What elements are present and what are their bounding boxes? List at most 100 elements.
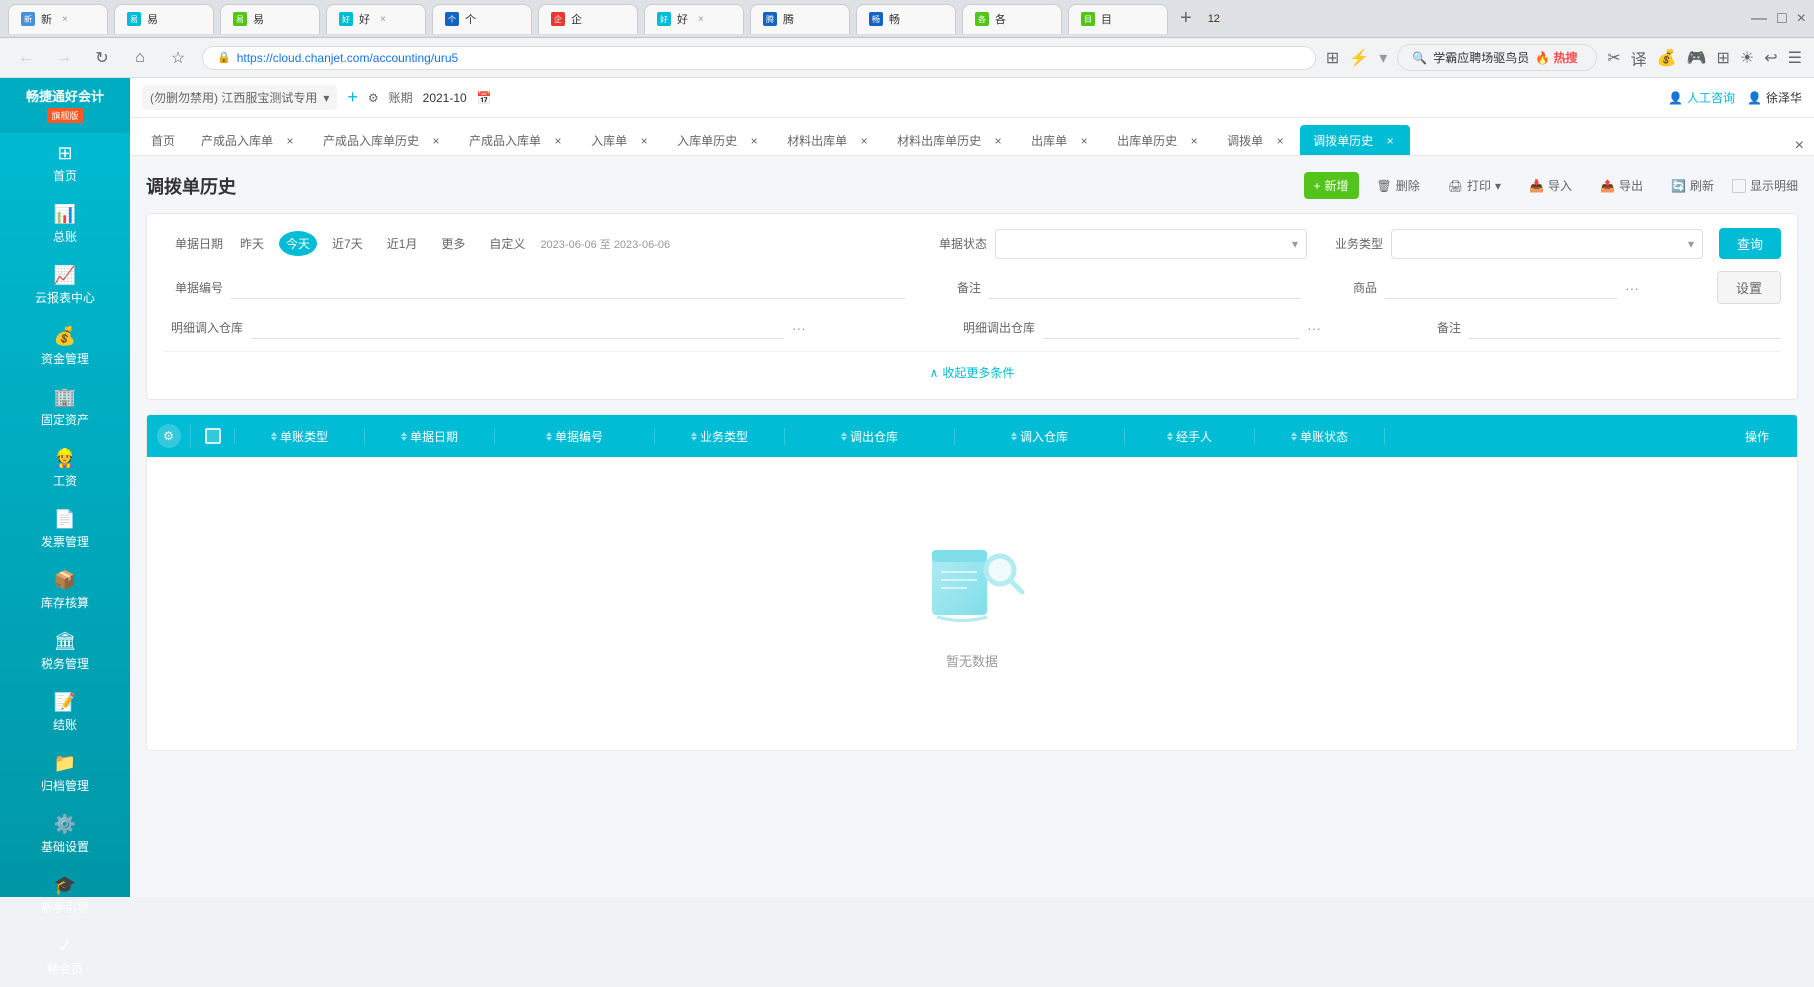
date-btn-more[interactable]: 更多 — [432, 231, 474, 256]
page-tab-4[interactable]: 入库单 × — [578, 125, 664, 155]
new-button[interactable]: + 新增 — [1304, 172, 1359, 199]
sidebar-item-payroll[interactable]: 👷 工资 — [0, 438, 130, 499]
page-tab-5[interactable]: 入库单历史 × — [664, 125, 774, 155]
print-button[interactable]: 🖨 打印 ▾ — [1438, 172, 1511, 199]
company-selector[interactable]: (勿删勿禁用) 江西服宝测试专用 ▾ — [142, 85, 337, 110]
tab-close-4[interactable]: × — [380, 14, 386, 25]
page-tab-11[interactable]: 调拨单历史 × — [1300, 125, 1410, 155]
browser-tab-9[interactable]: 畅 畅 — [856, 4, 956, 34]
docno-filter-input[interactable] — [231, 276, 905, 299]
close-button[interactable]: × — [1797, 10, 1806, 28]
page-tab-close-5[interactable]: × — [747, 134, 761, 148]
page-tab-home[interactable]: 首页 — [138, 125, 188, 155]
page-tab-9[interactable]: 出库单历史 × — [1104, 125, 1214, 155]
refresh-nav-button[interactable]: ↻ — [88, 44, 116, 72]
minimize-button[interactable]: — — [1751, 10, 1767, 28]
sidebar-item-closing[interactable]: 📝 结账 — [0, 682, 130, 743]
page-tab-2[interactable]: 产成品入库单历史 × — [310, 125, 456, 155]
page-tab-close-9[interactable]: × — [1187, 134, 1201, 148]
browser-tab-11[interactable]: 目 目 — [1068, 4, 1168, 34]
service-button[interactable]: 👤 人工咨询 — [1668, 89, 1735, 106]
browser-tab-6[interactable]: 企 企 — [538, 4, 638, 34]
forward-button[interactable]: → — [50, 44, 78, 72]
delete-button[interactable]: 🗑 删除 — [1367, 172, 1430, 199]
page-tab-1[interactable]: 产成品入库单 × — [188, 125, 310, 155]
remark-filter-input[interactable] — [989, 276, 1301, 299]
home-button[interactable]: ⌂ — [126, 44, 154, 72]
wh-out-filter-more-icon[interactable]: ··· — [1307, 320, 1321, 336]
page-tab-close-3[interactable]: × — [551, 134, 565, 148]
undo-button[interactable]: ↩ — [1764, 48, 1777, 68]
wh-out-filter-input[interactable] — [1043, 316, 1299, 339]
browser-tab-10[interactable]: 各 各 — [962, 4, 1062, 34]
page-tab-close-10[interactable]: × — [1273, 134, 1287, 148]
import-button[interactable]: 📥 导入 — [1519, 172, 1582, 199]
sidebar-item-tax[interactable]: 🏛 税务管理 — [0, 621, 130, 682]
page-tab-close-6[interactable]: × — [857, 134, 871, 148]
maximize-button[interactable]: □ — [1777, 10, 1787, 28]
th-doc-status[interactable]: 单账状态 — [1255, 428, 1385, 445]
page-tab-close-4[interactable]: × — [637, 134, 651, 148]
th-checkbox-cell[interactable] — [191, 428, 235, 444]
wh-in-filter-more-icon[interactable]: ··· — [792, 320, 806, 336]
date-btn-today[interactable]: 今天 — [279, 231, 317, 256]
page-tab-8[interactable]: 出库单 × — [1018, 125, 1104, 155]
tab-close-1[interactable]: × — [62, 14, 68, 25]
lightning-button[interactable]: ⚡ — [1349, 48, 1369, 68]
game-button[interactable]: 🎮 — [1687, 48, 1707, 68]
export-button[interactable]: 📤 导出 — [1590, 172, 1653, 199]
sidebar-item-assets[interactable]: 🏢 固定资产 — [0, 377, 130, 438]
page-tab-3[interactable]: 产成品入库单 × — [456, 125, 578, 155]
refresh-page-button[interactable]: 🔄 刷新 — [1661, 172, 1724, 199]
query-button[interactable]: 查询 — [1719, 228, 1781, 259]
goods-filter-more-icon[interactable]: ··· — [1625, 280, 1639, 296]
page-tab-close-11[interactable]: × — [1383, 134, 1397, 148]
sidebar-item-reports[interactable]: 📈 云报表中心 — [0, 255, 130, 316]
date-btn-1month[interactable]: 近1月 — [378, 231, 427, 256]
page-tab-6[interactable]: 材料出库单 × — [774, 125, 884, 155]
extensions-button[interactable]: ⊞ — [1326, 48, 1339, 68]
page-tab-close-1[interactable]: × — [283, 134, 297, 148]
sidebar-item-funds[interactable]: 💰 资金管理 — [0, 316, 130, 377]
display-checkbox[interactable] — [1732, 179, 1746, 193]
browser-tab-7[interactable]: 好 好 × — [644, 4, 744, 34]
browser-tab-4[interactable]: 好 好 × — [326, 4, 426, 34]
wallet-button[interactable]: 💰 — [1657, 48, 1677, 68]
new-tab-button[interactable]: + — [1180, 7, 1192, 30]
translate-button[interactable]: 译 — [1631, 46, 1647, 70]
collapse-button[interactable]: ∧ 收起更多条件 — [918, 360, 1027, 385]
th-biz-type[interactable]: 业务类型 — [655, 428, 785, 445]
star-button[interactable]: ☆ — [164, 44, 192, 72]
address-bar[interactable]: 🔒 https://cloud.chanjet.com/accounting/u… — [202, 46, 1316, 70]
th-handler[interactable]: 经手人 — [1125, 428, 1255, 445]
th-doc-type[interactable]: 单账类型 — [235, 428, 365, 445]
setting-button[interactable]: 设置 — [1717, 271, 1781, 304]
status-filter-select[interactable]: ▾ — [995, 229, 1307, 259]
biztype-filter-select[interactable]: ▾ — [1391, 229, 1703, 259]
date-btn-yesterday[interactable]: 昨天 — [231, 231, 273, 256]
sidebar-item-home[interactable]: ⊞ 首页 — [0, 133, 130, 194]
th-doc-no[interactable]: 单据编号 — [495, 428, 655, 445]
sidebar-item-invoice[interactable]: 📄 发票管理 — [0, 499, 130, 560]
add-company-button[interactable]: + — [347, 87, 358, 108]
user-profile-button[interactable]: 👤 徐泽华 — [1747, 89, 1802, 106]
sidebar-item-settings[interactable]: ⚙️ 基础设置 — [0, 804, 130, 865]
sidebar-item-archive[interactable]: 📁 归档管理 — [0, 743, 130, 804]
th-wh-out[interactable]: 调出仓库 — [785, 428, 955, 445]
page-tab-close-7[interactable]: × — [991, 134, 1005, 148]
close-all-tabs-button[interactable]: × — [1785, 137, 1814, 155]
scissors-button[interactable]: ✂ — [1607, 48, 1620, 68]
calendar-icon[interactable]: 📅 — [477, 91, 492, 105]
date-btn-7days[interactable]: 近7天 — [323, 231, 372, 256]
browser-tab-5[interactable]: 个 个 — [432, 4, 532, 34]
tab-close-7[interactable]: × — [698, 14, 704, 25]
browser-tab-1[interactable]: 新 新 × — [8, 4, 108, 34]
browser-tab-2[interactable]: 易 易 — [114, 4, 214, 34]
wh-in-filter-input[interactable] — [251, 316, 784, 339]
brightness-button[interactable]: ☀ — [1740, 48, 1754, 68]
goods-filter-input[interactable] — [1385, 276, 1617, 299]
th-settings[interactable]: ⚙ — [147, 424, 191, 448]
th-wh-in[interactable]: 调入仓库 — [955, 428, 1125, 445]
menu-button[interactable]: ☰ — [1788, 48, 1802, 68]
th-doc-date[interactable]: 单据日期 — [365, 428, 495, 445]
